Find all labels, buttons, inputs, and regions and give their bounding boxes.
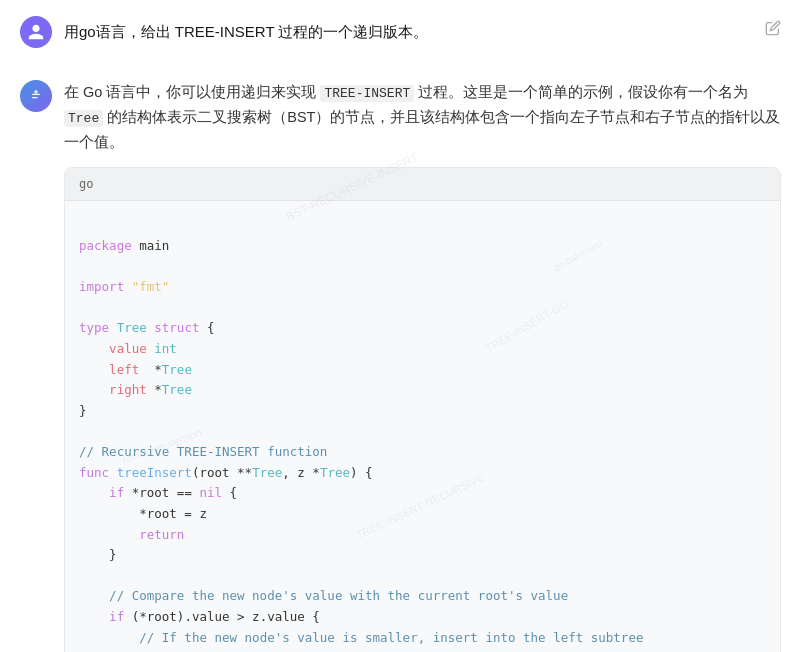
- ai-intro: 在 Go 语言中，你可以使用递归来实现 TREE-INSERT 过程。这里是一个…: [64, 80, 781, 155]
- page-container: 用go语言，给出 TREE-INSERT 过程的一个递归版本。: [0, 0, 801, 652]
- svg-point-0: [28, 88, 45, 105]
- svg-point-1: [34, 90, 37, 93]
- ai-avatar: [20, 80, 52, 112]
- user-avatar: [20, 16, 52, 48]
- code-block: go package main import "fmt" type Tree s…: [64, 167, 781, 652]
- ai-content: 在 Go 语言中，你可以使用递归来实现 TREE-INSERT 过程。这里是一个…: [64, 80, 781, 652]
- user-message: 用go语言，给出 TREE-INSERT 过程的一个递归版本。: [0, 0, 801, 64]
- ai-message: 在 Go 语言中，你可以使用递归来实现 TREE-INSERT 过程。这里是一个…: [0, 64, 801, 652]
- user-message-text: 用go语言，给出 TREE-INSERT 过程的一个递归版本。: [64, 16, 753, 44]
- edit-icon[interactable]: [765, 16, 781, 40]
- code-body: package main import "fmt" type Tree stru…: [65, 201, 780, 652]
- code-lang-bar: go: [65, 168, 780, 201]
